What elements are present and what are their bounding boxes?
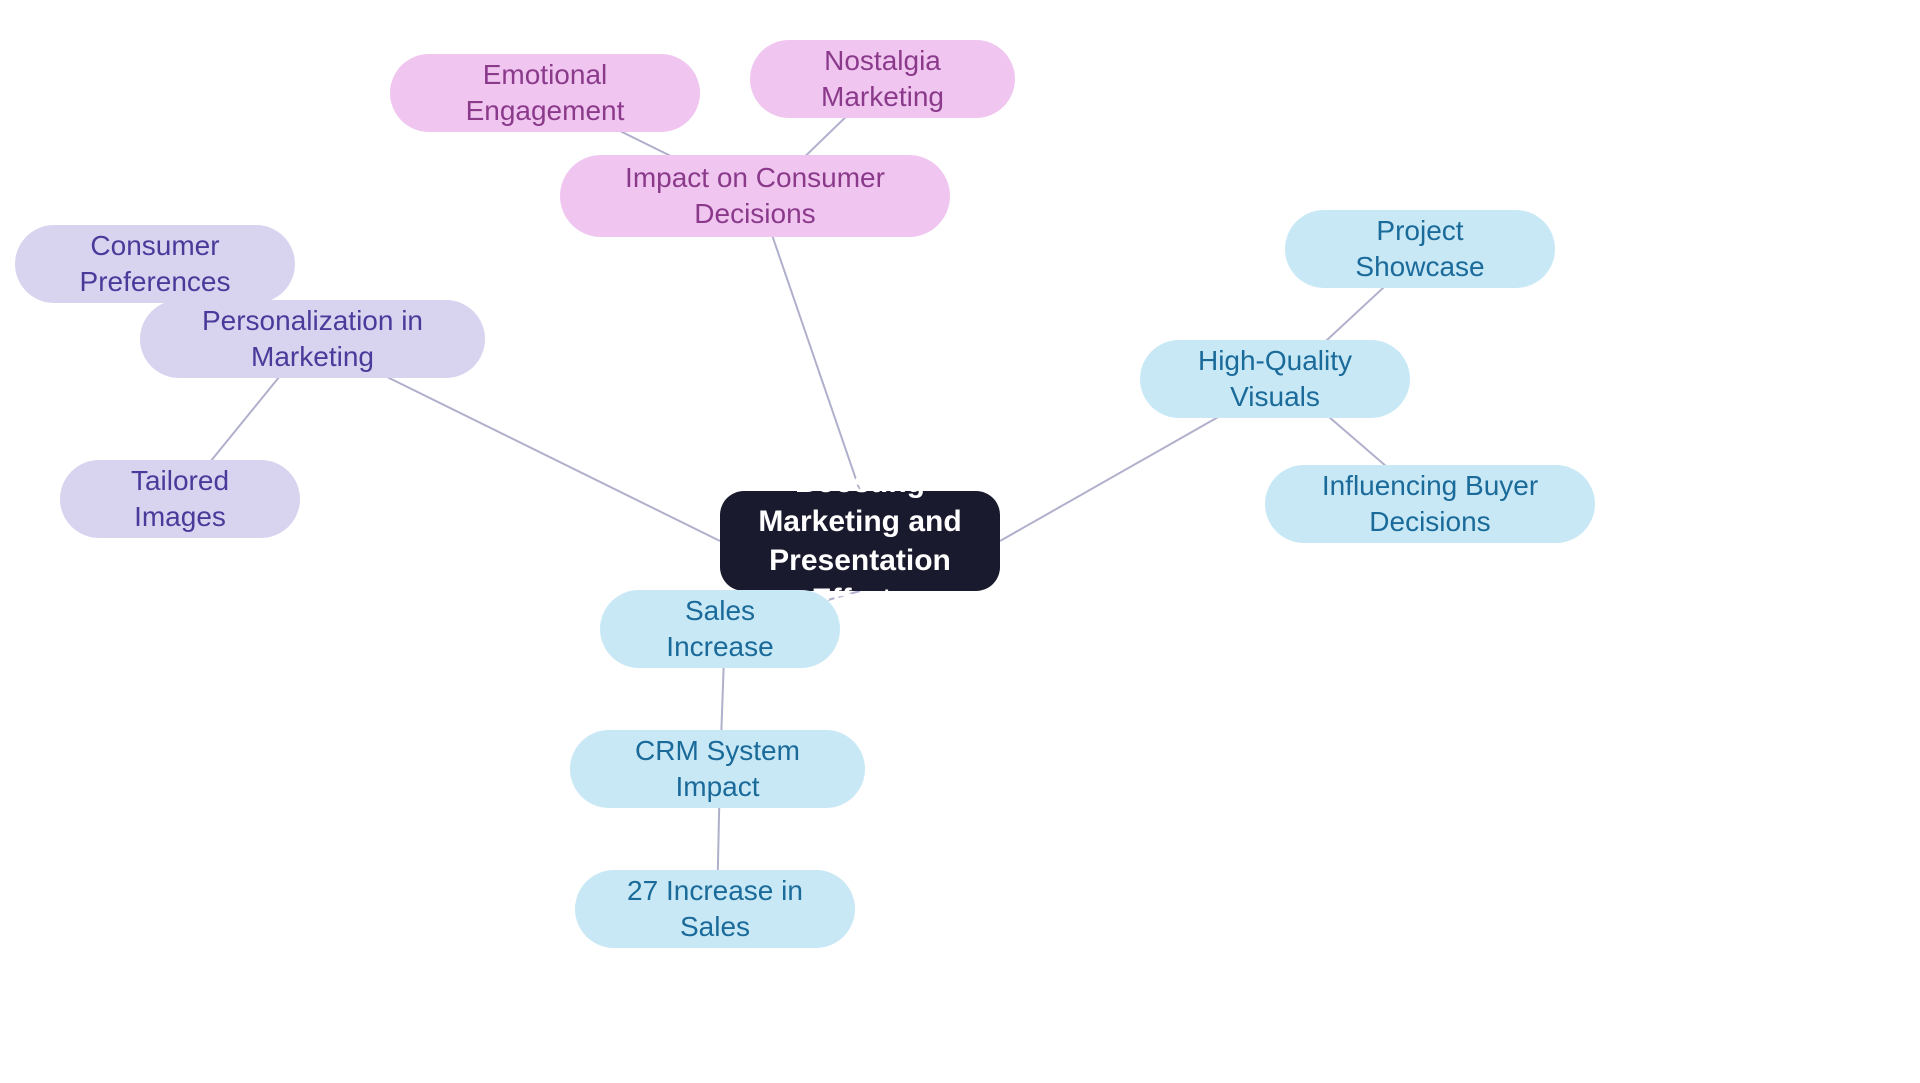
impact-consumer-node[interactable]: Impact on Consumer Decisions xyxy=(560,155,950,237)
emotional-engagement-node[interactable]: Emotional Engagement xyxy=(390,54,700,132)
crm-impact-node[interactable]: CRM System Impact xyxy=(570,730,865,808)
sales-increase-node[interactable]: Sales Increase xyxy=(600,590,840,668)
project-showcase-node[interactable]: Project Showcase xyxy=(1285,210,1555,288)
consumer-preferences-node[interactable]: Consumer Preferences xyxy=(15,225,295,303)
increase-sales-node[interactable]: 27 Increase in Sales xyxy=(575,870,855,948)
personalization-node[interactable]: Personalization in Marketing xyxy=(140,300,485,378)
tailored-images-node[interactable]: Tailored Images xyxy=(60,460,300,538)
center-node[interactable]: Boosting Marketing and Presentation Effo… xyxy=(720,491,1000,591)
influencing-buyer-node[interactable]: Influencing Buyer Decisions xyxy=(1265,465,1595,543)
nostalgia-marketing-node[interactable]: Nostalgia Marketing xyxy=(750,40,1015,118)
high-quality-visuals-node[interactable]: High-Quality Visuals xyxy=(1140,340,1410,418)
